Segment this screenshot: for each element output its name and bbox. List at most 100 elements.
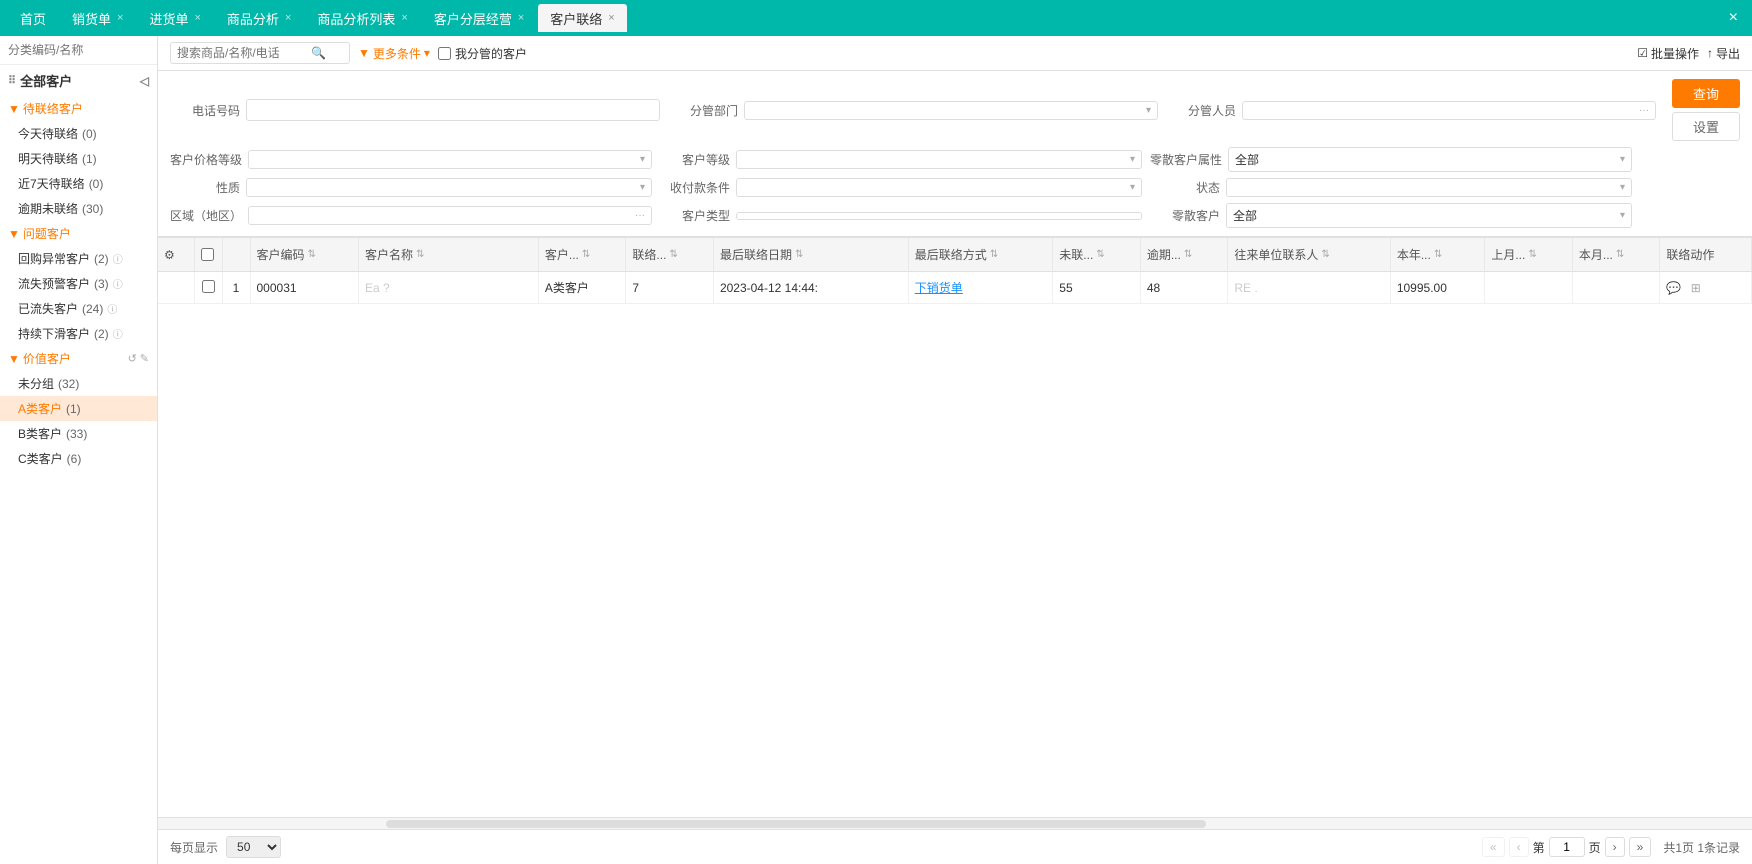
collapse-icon[interactable]: ◁	[140, 74, 149, 88]
lost-label: 已流失客户	[18, 300, 78, 317]
row-last-method[interactable]: 下销货单	[915, 281, 963, 295]
dept-select[interactable]: ▾	[744, 101, 1158, 120]
my-customers-check[interactable]	[438, 47, 451, 60]
col-last-date-header[interactable]: 最后联络日期 ⇅	[713, 238, 908, 272]
main-search-input[interactable]	[177, 46, 307, 60]
phone-input[interactable]	[246, 99, 660, 121]
row-index-cell: 1	[222, 272, 250, 304]
nav-tab-sales[interactable]: 销货单 ×	[60, 4, 135, 32]
col-overdue-header[interactable]: 逾期... ⇅	[1140, 238, 1228, 272]
sidebar-group-value[interactable]: ▼ 价值客户 ↺ ✎	[0, 346, 157, 371]
filter-field-region: 区域（地区） ···	[170, 206, 652, 225]
status-select[interactable]: ▾	[1226, 178, 1632, 197]
price-tier-select[interactable]: ▾	[248, 150, 652, 169]
sales-tab-close[interactable]: ×	[117, 12, 123, 24]
last-page-btn[interactable]: »	[1629, 837, 1652, 857]
row-checkbox-cell[interactable]	[194, 272, 222, 304]
customer-type-select[interactable]	[736, 212, 1142, 220]
sidebar-group-problem[interactable]: ▼ 问题客户	[0, 221, 157, 246]
col-type-header[interactable]: 客户... ⇅	[538, 238, 626, 272]
col-name-header[interactable]: 客户名称 ⇅	[359, 238, 539, 272]
sidebar-item-warning[interactable]: 流失预警客户 (3) ⓘ	[0, 271, 157, 296]
close-all-button[interactable]: ×	[1723, 7, 1744, 29]
col-contact-header[interactable]: 联络... ⇅	[626, 238, 714, 272]
my-customers-checkbox[interactable]: 我分管的客户	[438, 45, 527, 62]
chat-action-icon[interactable]: 💬	[1666, 281, 1681, 295]
col-last-method-header[interactable]: 最后联络方式 ⇅	[908, 238, 1053, 272]
nav-tab-customer-mgmt[interactable]: 客户分层经营 ×	[422, 4, 536, 32]
query-button[interactable]: 查询	[1672, 79, 1740, 108]
analysis-list-tab-close[interactable]: ×	[401, 12, 407, 24]
region-select[interactable]: ···	[248, 206, 652, 225]
sidebar-item-today[interactable]: 今天待联络 (0)	[0, 121, 157, 146]
sidebar-item-unclassified[interactable]: 未分组 (32)	[0, 371, 157, 396]
col-name-label: 客户名称	[365, 246, 413, 263]
horizontal-scrollbar[interactable]	[386, 820, 1206, 828]
col-last-month-label: 上月...	[1491, 246, 1525, 263]
all-customers-header[interactable]: ⠿ 全部客户 ◁	[0, 65, 157, 96]
first-page-btn[interactable]: «	[1482, 837, 1505, 857]
per-page-select[interactable]: 50 100 200	[226, 836, 281, 858]
sidebar-item-a-class[interactable]: A类客户 (1)	[0, 396, 157, 421]
overdue-label: 逾期未联络	[18, 200, 78, 217]
row-prev-contact-cell: RE .	[1228, 272, 1390, 304]
col-this-year-header[interactable]: 本年... ⇅	[1390, 238, 1485, 272]
settings-button[interactable]: 设置	[1672, 112, 1740, 141]
col-code-header[interactable]: 客户编码 ⇅	[250, 238, 359, 272]
b-class-badge: (33)	[66, 427, 87, 441]
sidebar-item-7days[interactable]: 近7天待联络 (0)	[0, 171, 157, 196]
sidebar-item-b-class[interactable]: B类客户 (33)	[0, 421, 157, 446]
retail-attr-select[interactable]: 全部 ▾	[1228, 147, 1632, 172]
overdue-badge: (30)	[82, 202, 103, 216]
col-overdue-label: 逾期...	[1147, 246, 1181, 263]
row-checkbox[interactable]	[202, 280, 215, 293]
batch-op-btn[interactable]: ☑ 批量操作	[1637, 45, 1699, 62]
filter-row-4: 区域（地区） ··· 客户类型 零散客户 全部 ▾	[170, 203, 1740, 228]
nav-tab-analysis-list[interactable]: 商品分析列表 ×	[305, 4, 419, 32]
page-number-input[interactable]	[1549, 837, 1585, 857]
analysis-tab-close[interactable]: ×	[285, 12, 291, 24]
nav-tab-purchase[interactable]: 进货单 ×	[137, 4, 212, 32]
sidebar-search-input[interactable]	[8, 43, 158, 57]
sidebar-item-abnormal[interactable]: 回购异常客户 (2) ⓘ	[0, 246, 157, 271]
select-all-checkbox[interactable]	[201, 248, 214, 261]
sidebar-item-c-class[interactable]: C类客户 (6)	[0, 446, 157, 471]
nav-tab-customer-contact[interactable]: 客户联络 ×	[538, 4, 626, 32]
grid-action-icon[interactable]: ⊞	[1691, 281, 1701, 295]
analysis-tab-label: 商品分析	[227, 9, 279, 28]
col-last-month-header[interactable]: 上月... ⇅	[1485, 238, 1573, 272]
row-contact-cell: 7	[626, 272, 714, 304]
sidebar-item-tomorrow[interactable]: 明天待联络 (1)	[0, 146, 157, 171]
refresh-icon[interactable]: ↺	[128, 352, 137, 365]
prev-page-btn[interactable]: ‹	[1509, 837, 1529, 857]
more-conditions-btn[interactable]: ▼ 更多条件 ▾	[358, 45, 430, 62]
sidebar-item-overdue[interactable]: 逾期未联络 (30)	[0, 196, 157, 221]
warning-label: 流失预警客户	[18, 275, 90, 292]
retail-select[interactable]: 全部 ▾	[1226, 203, 1632, 228]
manager-select[interactable]: ···	[1242, 101, 1656, 120]
nature-select[interactable]: ▾	[246, 178, 652, 197]
payment-select[interactable]: ▾	[736, 178, 1142, 197]
customer-contact-tab-close[interactable]: ×	[608, 12, 614, 24]
col-no-contact-header[interactable]: 未联... ⇅	[1053, 238, 1141, 272]
declining-label: 持续下滑客户	[18, 325, 90, 342]
next-page-btn[interactable]: ›	[1605, 837, 1625, 857]
sidebar-item-lost[interactable]: 已流失客户 (24) ⓘ	[0, 296, 157, 321]
filter-field-manager: 分管人员 ···	[1166, 101, 1656, 120]
purchase-tab-close[interactable]: ×	[194, 12, 200, 24]
edit-icon[interactable]: ✎	[140, 352, 149, 365]
nav-tab-analysis[interactable]: 商品分析 ×	[215, 4, 303, 32]
nav-tab-home[interactable]: 首页	[8, 4, 58, 32]
main-search-icon[interactable]: 🔍	[311, 46, 326, 60]
customer-tier-select[interactable]: ▾	[736, 150, 1142, 169]
col-this-month-header[interactable]: 本月... ⇅	[1572, 238, 1660, 272]
col-prev-contact-header[interactable]: 往来单位联系人 ⇅	[1228, 238, 1390, 272]
total-records-label: 共1页 1条记录	[1663, 839, 1740, 856]
col-settings[interactable]: ⚙	[158, 238, 194, 272]
customer-mgmt-tab-close[interactable]: ×	[518, 12, 524, 24]
sidebar-group-pending[interactable]: ▼ 待联络客户	[0, 96, 157, 121]
sidebar-item-declining[interactable]: 持续下滑客户 (2) ⓘ	[0, 321, 157, 346]
export-btn[interactable]: ↑ 导出	[1707, 45, 1740, 62]
filter-field-status: 状态 ▾	[1150, 178, 1632, 197]
col-checkbox-header[interactable]	[194, 238, 222, 272]
